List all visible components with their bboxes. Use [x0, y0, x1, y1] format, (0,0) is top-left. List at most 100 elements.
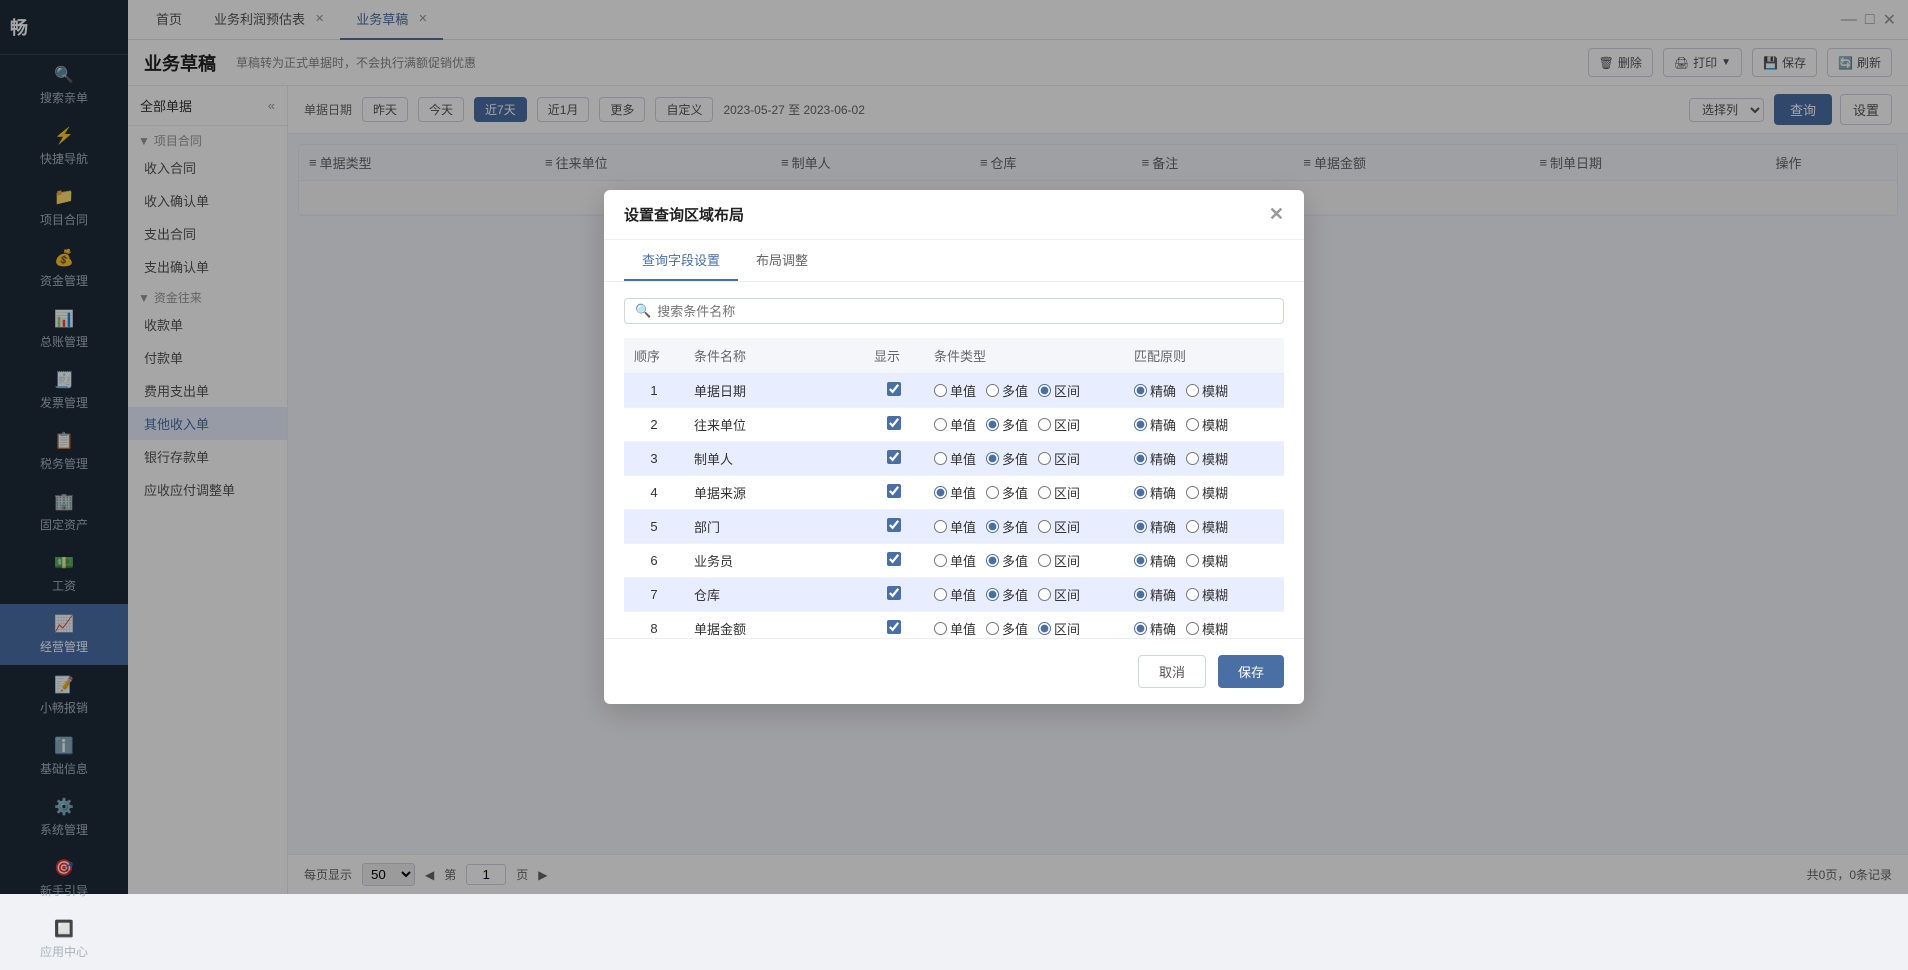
condition-radio[interactable] — [1038, 554, 1051, 567]
show-checkbox[interactable] — [887, 552, 901, 566]
condition-radio-label[interactable]: 单值 — [934, 517, 976, 536]
show-checkbox[interactable] — [887, 620, 901, 634]
condition-radio[interactable] — [1038, 418, 1051, 431]
condition-radio-label[interactable]: 多值 — [986, 449, 1028, 468]
condition-radio[interactable] — [986, 622, 999, 635]
row-show[interactable] — [864, 442, 924, 476]
condition-radio-label[interactable]: 多值 — [986, 415, 1028, 434]
row-show[interactable] — [864, 544, 924, 578]
row-show[interactable] — [864, 476, 924, 510]
show-checkbox[interactable] — [887, 586, 901, 600]
match-radio-label[interactable]: 精确 — [1134, 585, 1176, 604]
condition-radio[interactable] — [934, 588, 947, 601]
condition-radio[interactable] — [1038, 622, 1051, 635]
match-radio-label[interactable]: 精确 — [1134, 551, 1176, 570]
condition-radio-label[interactable]: 区间 — [1038, 619, 1080, 638]
condition-radio[interactable] — [934, 452, 947, 465]
condition-radio[interactable] — [986, 452, 999, 465]
match-radio[interactable] — [1134, 452, 1147, 465]
condition-radio-label[interactable]: 区间 — [1038, 449, 1080, 468]
match-radio[interactable] — [1134, 384, 1147, 397]
condition-radio-label[interactable]: 多值 — [986, 517, 1028, 536]
condition-radio[interactable] — [934, 486, 947, 499]
dialog-tab-layout[interactable]: 布局调整 — [738, 240, 826, 281]
condition-radio-label[interactable]: 区间 — [1038, 381, 1080, 400]
match-radio[interactable] — [1186, 554, 1199, 567]
condition-radio[interactable] — [986, 554, 999, 567]
condition-radio[interactable] — [934, 384, 947, 397]
match-radio-label[interactable]: 精确 — [1134, 619, 1176, 638]
condition-radio-label[interactable]: 区间 — [1038, 415, 1080, 434]
condition-radio-label[interactable]: 单值 — [934, 381, 976, 400]
match-radio[interactable] — [1134, 520, 1147, 533]
condition-radio-label[interactable]: 单值 — [934, 619, 976, 638]
match-radio[interactable] — [1186, 452, 1199, 465]
show-checkbox[interactable] — [887, 416, 901, 430]
match-radio[interactable] — [1134, 418, 1147, 431]
match-radio[interactable] — [1134, 554, 1147, 567]
match-radio[interactable] — [1186, 486, 1199, 499]
condition-radio-label[interactable]: 区间 — [1038, 483, 1080, 502]
condition-radio-label[interactable]: 单值 — [934, 551, 976, 570]
condition-radio-label[interactable]: 多值 — [986, 585, 1028, 604]
row-show[interactable] — [864, 578, 924, 612]
show-checkbox[interactable] — [887, 518, 901, 532]
condition-radio[interactable] — [934, 554, 947, 567]
row-show[interactable] — [864, 374, 924, 408]
condition-radio[interactable] — [1038, 384, 1051, 397]
match-radio-label[interactable]: 精确 — [1134, 415, 1176, 434]
condition-radio-label[interactable]: 单值 — [934, 585, 976, 604]
match-radio-label[interactable]: 模糊 — [1186, 517, 1228, 536]
match-radio-label[interactable]: 精确 — [1134, 449, 1176, 468]
match-radio[interactable] — [1186, 588, 1199, 601]
condition-radio[interactable] — [1038, 520, 1051, 533]
condition-radio[interactable] — [934, 520, 947, 533]
match-radio[interactable] — [1186, 622, 1199, 635]
dialog-save-button[interactable]: 保存 — [1218, 655, 1284, 688]
match-radio[interactable] — [1186, 384, 1199, 397]
match-radio[interactable] — [1134, 588, 1147, 601]
condition-radio[interactable] — [1038, 588, 1051, 601]
condition-radio-label[interactable]: 多值 — [986, 483, 1028, 502]
dialog-table-scroll[interactable]: 顺序 条件名称 显示 条件类型 匹配原则 1单据日期单值多值区间精确模糊2往来单… — [624, 338, 1284, 638]
show-checkbox[interactable] — [887, 382, 901, 396]
condition-radio[interactable] — [986, 418, 999, 431]
match-radio-label[interactable]: 模糊 — [1186, 551, 1228, 570]
condition-radio-label[interactable]: 单值 — [934, 449, 976, 468]
match-radio-label[interactable]: 模糊 — [1186, 449, 1228, 468]
match-radio[interactable] — [1134, 622, 1147, 635]
dialog-search-input[interactable] — [657, 304, 1273, 319]
condition-radio[interactable] — [986, 588, 999, 601]
condition-radio-label[interactable]: 多值 — [986, 551, 1028, 570]
condition-radio[interactable] — [1038, 486, 1051, 499]
match-radio-label[interactable]: 模糊 — [1186, 415, 1228, 434]
match-radio-label[interactable]: 模糊 — [1186, 619, 1228, 638]
match-radio-label[interactable]: 模糊 — [1186, 381, 1228, 400]
row-show[interactable] — [864, 612, 924, 639]
match-radio-label[interactable]: 精确 — [1134, 483, 1176, 502]
row-show[interactable] — [864, 510, 924, 544]
condition-radio-label[interactable]: 多值 — [986, 619, 1028, 638]
condition-radio-label[interactable]: 单值 — [934, 415, 976, 434]
row-show[interactable] — [864, 408, 924, 442]
condition-radio[interactable] — [986, 384, 999, 397]
match-radio[interactable] — [1186, 418, 1199, 431]
match-radio-label[interactable]: 模糊 — [1186, 483, 1228, 502]
match-radio[interactable] — [1186, 520, 1199, 533]
dialog-close-button[interactable]: ✕ — [1269, 204, 1284, 225]
condition-radio[interactable] — [986, 486, 999, 499]
show-checkbox[interactable] — [887, 450, 901, 464]
condition-radio-label[interactable]: 区间 — [1038, 585, 1080, 604]
condition-radio[interactable] — [934, 418, 947, 431]
condition-radio[interactable] — [986, 520, 999, 533]
condition-radio-label[interactable]: 多值 — [986, 381, 1028, 400]
condition-radio[interactable] — [934, 622, 947, 635]
match-radio-label[interactable]: 精确 — [1134, 381, 1176, 400]
match-radio[interactable] — [1134, 486, 1147, 499]
condition-radio-label[interactable]: 区间 — [1038, 517, 1080, 536]
sidebar-item-apps[interactable]: 🔲 应用中心 — [0, 909, 128, 970]
dialog-tab-query-fields[interactable]: 查询字段设置 — [624, 240, 738, 281]
condition-radio-label[interactable]: 单值 — [934, 483, 976, 502]
match-radio-label[interactable]: 模糊 — [1186, 585, 1228, 604]
dialog-cancel-button[interactable]: 取消 — [1138, 655, 1206, 688]
